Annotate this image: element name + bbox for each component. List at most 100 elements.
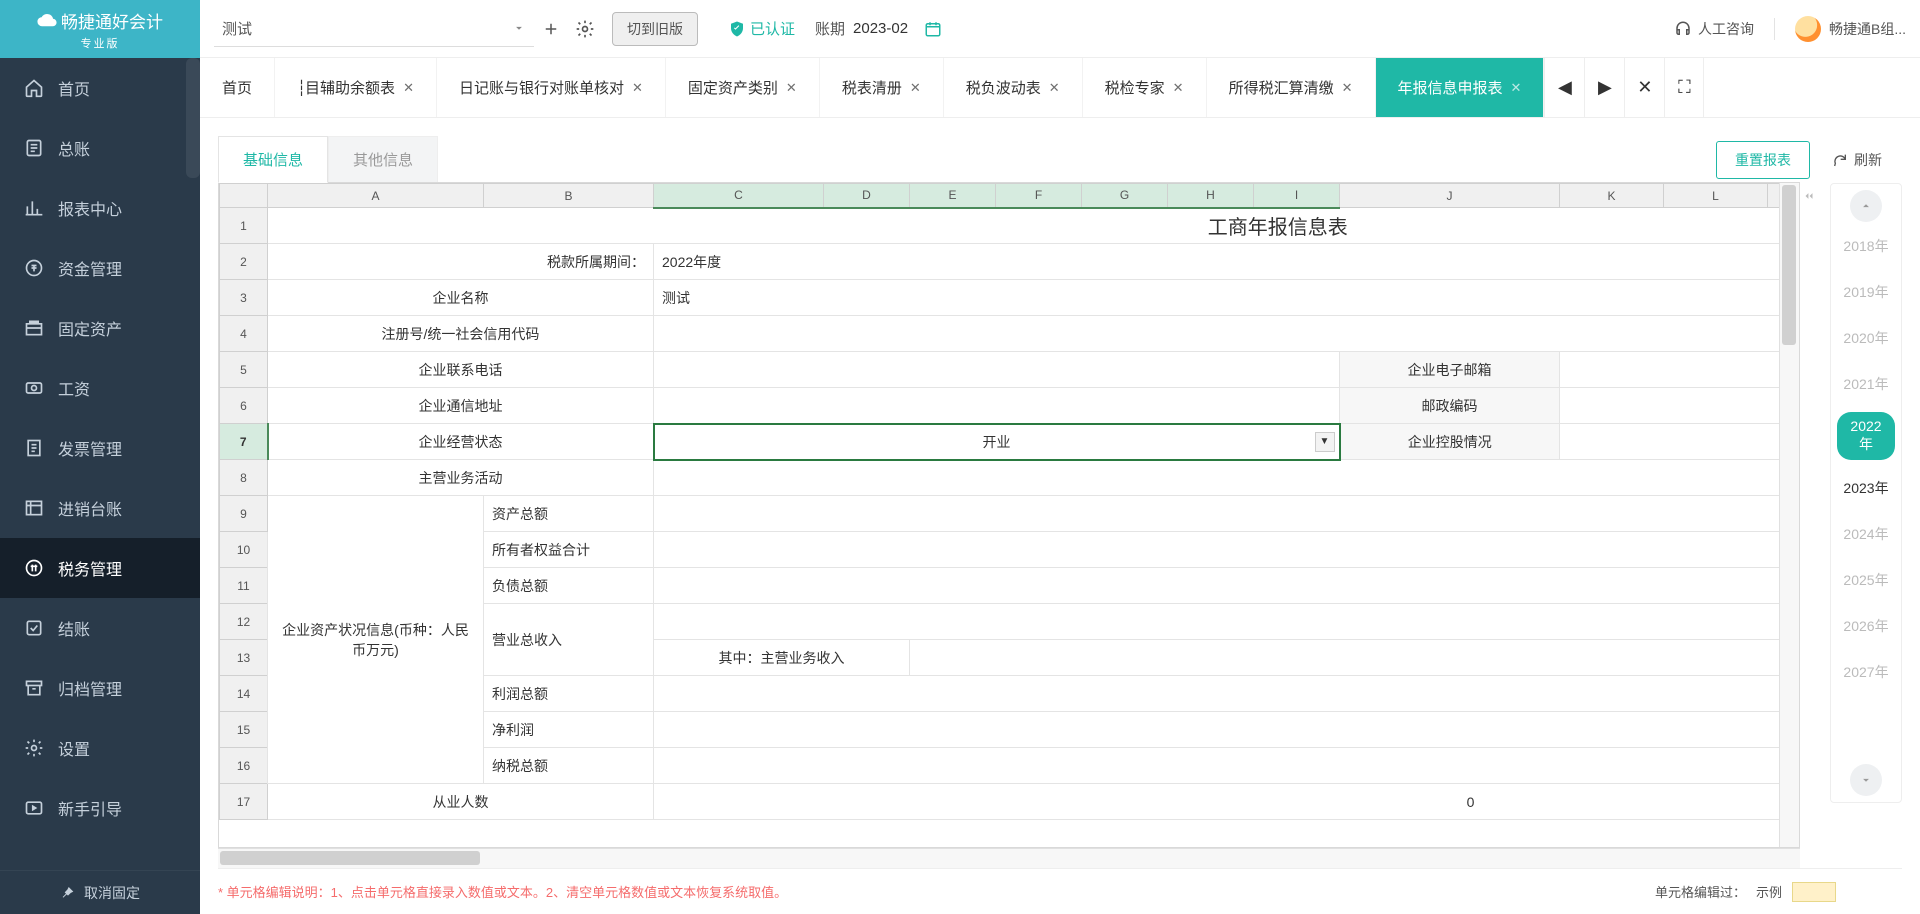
sidebar-item-tax[interactable]: 税务管理 bbox=[0, 538, 200, 598]
tab[interactable]: 税表清册✕ bbox=[820, 58, 944, 117]
col-header[interactable]: B bbox=[484, 184, 654, 208]
reset-report-button[interactable]: 重置报表 bbox=[1716, 141, 1810, 179]
col-header[interactable]: M bbox=[1768, 184, 1780, 208]
tab[interactable]: 年报信息申报表✕ bbox=[1376, 58, 1545, 117]
sidebar-item-home[interactable]: 首页 bbox=[0, 58, 200, 118]
pin-toggle[interactable]: 取消固定 bbox=[0, 870, 200, 914]
row-num[interactable]: 15 bbox=[220, 712, 268, 748]
tab[interactable]: 所得税汇算清缴✕ bbox=[1207, 58, 1376, 117]
row-num[interactable]: 3 bbox=[220, 280, 268, 316]
row-num[interactable]: 14 bbox=[220, 676, 268, 712]
horizontal-scrollbar[interactable] bbox=[218, 848, 1800, 868]
address-value[interactable] bbox=[654, 388, 1340, 424]
sidebar-item-report[interactable]: 报表中心 bbox=[0, 178, 200, 238]
calendar-button[interactable] bbox=[916, 12, 950, 46]
col-header[interactable]: G bbox=[1082, 184, 1168, 208]
tab-next[interactable]: ▶ bbox=[1584, 58, 1624, 117]
settings-button[interactable] bbox=[568, 12, 602, 46]
sidebar-item-archive[interactable]: 归档管理 bbox=[0, 658, 200, 718]
row-num[interactable]: 16 bbox=[220, 748, 268, 784]
tab-prev[interactable]: ◀ bbox=[1544, 58, 1584, 117]
col-header[interactable]: H bbox=[1168, 184, 1254, 208]
sidebar-item-ledger[interactable]: 总账 bbox=[0, 118, 200, 178]
row-num[interactable]: 6 bbox=[220, 388, 268, 424]
row-num[interactable]: 5 bbox=[220, 352, 268, 388]
row-num[interactable]: 9 bbox=[220, 496, 268, 532]
row-num[interactable]: 4 bbox=[220, 316, 268, 352]
year-down-button[interactable] bbox=[1850, 764, 1882, 796]
phone-value[interactable] bbox=[654, 352, 1340, 388]
col-header[interactable]: F bbox=[996, 184, 1082, 208]
year-item[interactable]: 2026年 bbox=[1831, 604, 1901, 648]
tab[interactable]: 首页 bbox=[200, 58, 275, 117]
row-num[interactable]: 8 bbox=[220, 460, 268, 496]
row-num[interactable]: 2 bbox=[220, 244, 268, 280]
year-item[interactable]: 2020年 bbox=[1831, 316, 1901, 360]
total-tax-value[interactable] bbox=[654, 748, 1780, 784]
year-item[interactable]: 2021年 bbox=[1831, 362, 1901, 406]
total-profit-value[interactable] bbox=[654, 676, 1780, 712]
col-header[interactable]: D bbox=[824, 184, 910, 208]
tab-close-all[interactable]: ✕ bbox=[1624, 58, 1664, 117]
row-num[interactable]: 7 bbox=[220, 424, 268, 460]
old-version-button[interactable]: 切到旧版 bbox=[612, 12, 698, 46]
subtab-basic[interactable]: 基础信息 bbox=[218, 136, 328, 183]
company-dropdown[interactable]: 测试 bbox=[214, 11, 534, 47]
mainbiz-value[interactable] bbox=[654, 460, 1780, 496]
year-item[interactable]: 2024年 bbox=[1831, 512, 1901, 556]
period-value-cell[interactable]: 2022年度 bbox=[654, 244, 1780, 280]
tab[interactable]: 税负波动表✕ bbox=[944, 58, 1083, 117]
total-revenue-value[interactable] bbox=[654, 604, 1780, 640]
main-revenue-value[interactable] bbox=[910, 640, 1780, 676]
year-item[interactable]: 2027年 bbox=[1831, 650, 1901, 694]
tab-fullscreen[interactable]: ⛶ bbox=[1664, 58, 1704, 117]
col-header[interactable]: A bbox=[268, 184, 484, 208]
year-item[interactable]: 2023年 bbox=[1831, 466, 1901, 510]
spreadsheet[interactable]: ABCDEFGHIJKLMNOPQ 1 工商年报信息表 2 税款所属期间： 20… bbox=[218, 182, 1800, 848]
row-num[interactable]: 10 bbox=[220, 532, 268, 568]
tab[interactable]: 固定资产类别✕ bbox=[666, 58, 820, 117]
sidebar-item-invoice[interactable]: 发票管理 bbox=[0, 418, 200, 478]
subtab-other[interactable]: 其他信息 bbox=[328, 136, 438, 183]
tab-close-icon[interactable]: ✕ bbox=[1511, 80, 1522, 96]
col-header[interactable]: L bbox=[1664, 184, 1768, 208]
sidebar-item-guide[interactable]: 新手引导 bbox=[0, 778, 200, 838]
sidebar-item-asset[interactable]: 固定资产 bbox=[0, 298, 200, 358]
col-header[interactable]: K bbox=[1560, 184, 1664, 208]
year-item[interactable]: 2019年 bbox=[1831, 270, 1901, 314]
vertical-scrollbar[interactable] bbox=[1779, 183, 1799, 847]
collapse-handle[interactable] bbox=[1800, 183, 1818, 868]
tab[interactable]: ┆目辅助余额表✕ bbox=[275, 58, 437, 117]
row-num[interactable]: 11 bbox=[220, 568, 268, 604]
total-assets-value[interactable] bbox=[654, 496, 1780, 532]
sidebar-item-close[interactable]: 结账 bbox=[0, 598, 200, 658]
zip-value[interactable] bbox=[1560, 388, 1780, 424]
col-header[interactable]: E bbox=[910, 184, 996, 208]
sidebar-item-inout[interactable]: 进销台账 bbox=[0, 478, 200, 538]
row-num[interactable]: 12 bbox=[220, 604, 268, 640]
owner-equity-value[interactable] bbox=[654, 532, 1780, 568]
reg-code-value[interactable] bbox=[654, 316, 1780, 352]
year-item[interactable]: 2018年 bbox=[1831, 224, 1901, 268]
holding-value[interactable]: 私营企业 bbox=[1560, 424, 1780, 460]
sidebar-item-funds[interactable]: 资金管理 bbox=[0, 238, 200, 298]
company-name-value[interactable]: 测试 bbox=[654, 280, 1780, 316]
status-value[interactable]: 开业 ▼ bbox=[654, 424, 1340, 460]
tab[interactable]: 税检专家✕ bbox=[1083, 58, 1207, 117]
tab-close-icon[interactable]: ✕ bbox=[1173, 80, 1184, 96]
tab-close-icon[interactable]: ✕ bbox=[910, 80, 921, 96]
select-all-corner[interactable] bbox=[220, 184, 268, 208]
email-value[interactable] bbox=[1560, 352, 1780, 388]
consult-button[interactable]: 人工咨询 bbox=[1674, 19, 1754, 39]
year-item[interactable]: 2022年 bbox=[1837, 412, 1895, 460]
year-item[interactable]: 2025年 bbox=[1831, 558, 1901, 602]
col-header[interactable]: C bbox=[654, 184, 824, 208]
employees-value[interactable]: 0 bbox=[654, 784, 1780, 820]
user-menu[interactable]: 畅捷通B组... bbox=[1795, 16, 1906, 42]
tab-close-icon[interactable]: ✕ bbox=[786, 80, 797, 96]
sidebar-item-salary[interactable]: 工资 bbox=[0, 358, 200, 418]
year-up-button[interactable] bbox=[1850, 190, 1882, 222]
row-num[interactable]: 17 bbox=[220, 784, 268, 820]
column-headers[interactable]: ABCDEFGHIJKLMNOPQ bbox=[220, 184, 1780, 208]
row-num[interactable]: 13 bbox=[220, 640, 268, 676]
